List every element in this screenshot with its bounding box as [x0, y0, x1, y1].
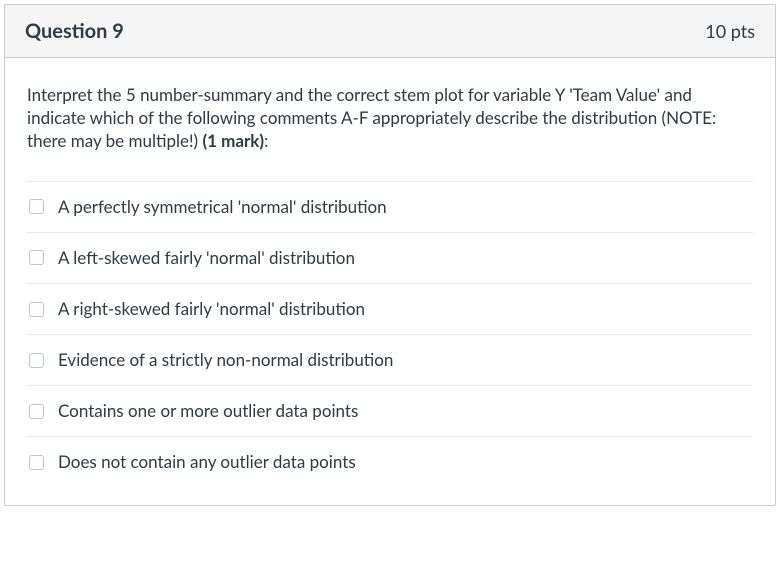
option-row: Evidence of a strictly non-normal distri… — [27, 334, 753, 385]
option-row: A left-skewed fairly 'normal' distributi… — [27, 232, 753, 283]
option-row: A right-skewed fairly 'normal' distribut… — [27, 283, 753, 334]
option-row: Contains one or more outlier data points — [27, 385, 753, 436]
option-checkbox-b[interactable] — [29, 250, 44, 265]
options-list: A perfectly symmetrical 'normal' distrib… — [27, 181, 753, 488]
option-row: A perfectly symmetrical 'normal' distrib… — [27, 181, 753, 232]
option-checkbox-a[interactable] — [29, 199, 44, 214]
prompt-text-after: : — [264, 130, 268, 151]
option-label: A right-skewed fairly 'normal' distribut… — [58, 298, 365, 320]
option-checkbox-f[interactable] — [29, 455, 44, 470]
option-label: Evidence of a strictly non-normal distri… — [58, 349, 393, 371]
option-checkbox-d[interactable] — [29, 353, 44, 368]
question-card: Question 9 10 pts Interpret the 5 number… — [4, 4, 776, 506]
prompt-bold: (1 mark) — [202, 130, 264, 151]
question-body: Interpret the 5 number-summary and the c… — [5, 58, 775, 505]
option-label: A left-skewed fairly 'normal' distributi… — [58, 247, 355, 269]
option-checkbox-e[interactable] — [29, 404, 44, 419]
prompt-text-before: Interpret the 5 number-summary and the c… — [27, 84, 716, 151]
option-row: Does not contain any outlier data points — [27, 436, 753, 487]
question-header: Question 9 10 pts — [5, 5, 775, 58]
option-label: Contains one or more outlier data points — [58, 400, 358, 422]
option-label: A perfectly symmetrical 'normal' distrib… — [58, 196, 387, 218]
option-checkbox-c[interactable] — [29, 302, 44, 317]
question-points: 10 pts — [705, 20, 755, 42]
question-prompt: Interpret the 5 number-summary and the c… — [27, 84, 753, 153]
question-title: Question 9 — [25, 19, 124, 43]
option-label: Does not contain any outlier data points — [58, 451, 356, 473]
